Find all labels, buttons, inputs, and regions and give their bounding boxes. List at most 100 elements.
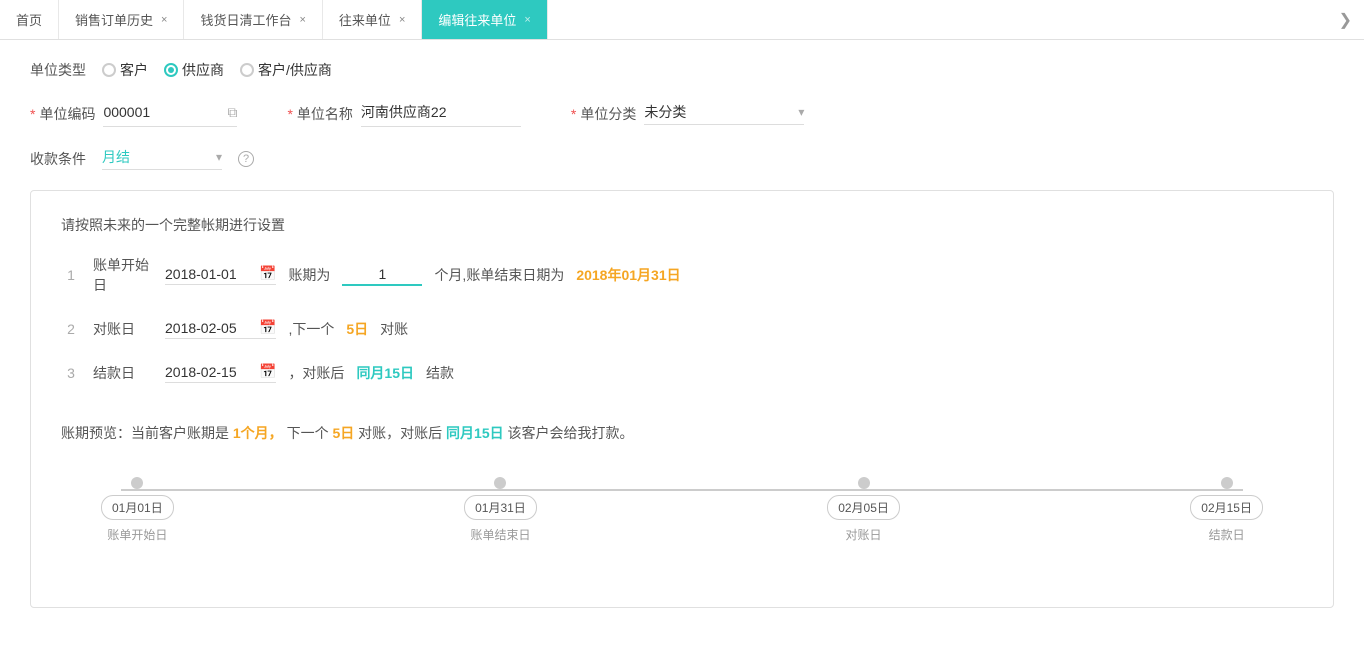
timeline-dot-3 (858, 477, 870, 489)
preview-text: 账期预览：当前客户账期是 1个月， 下一个 5日 对账，对账后 同月15日 该客… (61, 423, 1303, 443)
row1-end-date: 2018年01月31日 (576, 265, 680, 285)
unit-name-input-wrap (361, 100, 521, 127)
radio-supplier-circle (164, 63, 178, 77)
unit-cat-label: 单位分类 (580, 104, 636, 124)
radio-cs-label: 客户/供应商 (258, 60, 332, 80)
row1-num: 1 (61, 267, 81, 283)
preview-h3: 同月15日 (446, 425, 504, 441)
preview-suffix: 该客户会给我打款。 (508, 425, 634, 441)
tab-edit-partner-label: 编辑往来单位 (438, 10, 516, 29)
radio-customer[interactable]: 客户 (102, 60, 148, 80)
row1-date-input[interactable] (165, 266, 255, 282)
tab-bar: 首页 销售订单历史 × 钱货日清工作台 × 往来单位 × 编辑往来单位 × ❯ (0, 0, 1364, 40)
unit-code-star: * (30, 106, 35, 122)
timeline-label-4: 结款日 (1209, 526, 1245, 543)
row2-suffix-pre: ,下一个 (288, 319, 334, 339)
unit-type-label: 单位类型 (30, 60, 86, 80)
tab-partner-label: 往来单位 (339, 10, 391, 29)
unit-code-input-wrap: ⧉ (103, 100, 237, 127)
row2-label: 对账日 (93, 319, 153, 339)
row3-date-input[interactable] (165, 364, 255, 380)
unit-category-dropdown[interactable]: 未分类 ▾ (644, 102, 804, 125)
row2-num: 2 (61, 321, 81, 337)
tab-cash-daily[interactable]: 钱货日清工作台 × (184, 0, 322, 39)
radio-customer-supplier[interactable]: 客户/供应商 (240, 60, 332, 80)
unit-code-label: 单位编码 (39, 104, 95, 124)
row2-highlight: 5日 (346, 319, 368, 339)
row3-highlight: 同月15日 (356, 363, 414, 383)
row2-suffix-post: 对账 (380, 319, 408, 339)
tab-more-icon: ❯ (1339, 10, 1352, 30)
payment-arrow: ▾ (216, 150, 222, 164)
tab-more-button[interactable]: ❯ (1327, 0, 1364, 39)
unit-code-group: * 单位编码 ⧉ (30, 100, 237, 127)
settings-box: 请按照未来的一个完整帐期进行设置 1 账单开始日 📅 账期为 个月,账单结束日期… (30, 190, 1334, 608)
tab-edit-partner-close[interactable]: × (524, 14, 530, 26)
timeline-badge-4: 02月15日 (1190, 495, 1263, 520)
row1-label: 账单开始日 (93, 255, 153, 295)
timeline-node-3: 02月05日 对账日 (827, 477, 900, 543)
unit-cat-star: * (571, 106, 576, 122)
radio-supplier[interactable]: 供应商 (164, 60, 224, 80)
timeline-node-1: 01月01日 账单开始日 (101, 477, 174, 543)
preview-prefix: 账期预览：当前客户账期是 (61, 425, 229, 441)
main-content: 单位类型 客户 供应商 客户/供应商 * 单位编码 ⧉ (0, 40, 1364, 648)
tab-sales-close[interactable]: × (161, 14, 167, 26)
timeline-label-2: 账单结束日 (470, 526, 530, 543)
setting-row-3: 3 结款日 📅 ，对账后 同月15日 结款 (61, 363, 1303, 383)
payment-dropdown[interactable]: 月结 ▾ (102, 147, 222, 170)
radio-cs-circle (240, 63, 254, 77)
row3-num: 3 (61, 365, 81, 381)
timeline-node-4: 02月15日 结款日 (1190, 477, 1263, 543)
preview-m1: 下一个 (287, 425, 329, 441)
row1-date-wrap: 📅 (165, 265, 276, 285)
unit-name-group: * 单位名称 (287, 100, 520, 127)
row1-suffix-pre: 账期为 (288, 265, 330, 285)
timeline-dot-2 (494, 477, 506, 489)
setting-row-2: 2 对账日 📅 ,下一个 5日 对账 (61, 319, 1303, 339)
tab-cash-label: 钱货日清工作台 (200, 10, 291, 29)
row1-suffix-mid: 个月,账单结束日期为 (434, 265, 564, 285)
payment-help-icon[interactable]: ? (238, 151, 254, 167)
tab-sales-label: 销售订单历史 (75, 10, 153, 29)
tab-partner[interactable]: 往来单位 × (323, 0, 422, 39)
timeline-label-3: 对账日 (846, 526, 882, 543)
timeline-node-2: 01月31日 账单结束日 (464, 477, 537, 543)
row3-label: 结款日 (93, 363, 153, 383)
row2-cal-icon[interactable]: 📅 (259, 319, 276, 336)
row3-date-wrap: 📅 (165, 363, 276, 383)
unit-type-radio-group: 客户 供应商 客户/供应商 (102, 60, 332, 80)
radio-customer-label: 客户 (120, 60, 148, 80)
timeline-container: 01月01日 账单开始日 01月31日 账单结束日 02月05日 对账日 (61, 467, 1303, 583)
payment-label: 收款条件 (30, 149, 86, 169)
tab-partner-close[interactable]: × (399, 14, 405, 26)
unit-type-row: 单位类型 客户 供应商 客户/供应商 (30, 60, 1334, 80)
unit-code-copy-icon[interactable]: ⧉ (227, 104, 237, 121)
preview-section: 账期预览：当前客户账期是 1个月， 下一个 5日 对账，对账后 同月15日 该客… (61, 407, 1303, 583)
row3-cal-icon[interactable]: 📅 (259, 363, 276, 380)
radio-supplier-label: 供应商 (182, 60, 224, 80)
row3-suffix-pre: ，对账后 (288, 363, 344, 383)
payment-condition-row: 收款条件 月结 ▾ ? (30, 147, 1334, 170)
unit-code-input[interactable] (103, 100, 223, 124)
row1-cal-icon[interactable]: 📅 (259, 265, 276, 282)
row2-date-input[interactable] (165, 320, 255, 336)
unit-name-label: 单位名称 (297, 104, 353, 124)
preview-h2: 5日 (332, 425, 354, 441)
unit-cat-value: 未分类 (644, 102, 794, 122)
tab-edit-partner[interactable]: 编辑往来单位 × (422, 0, 547, 39)
tab-sales-order[interactable]: 销售订单历史 × (59, 0, 184, 39)
setting-row-1: 1 账单开始日 📅 账期为 个月,账单结束日期为 2018年01月31日 (61, 255, 1303, 295)
timeline-dot-1 (131, 477, 143, 489)
tab-home[interactable]: 首页 (0, 0, 59, 39)
timeline-badge-1: 01月01日 (101, 495, 174, 520)
timeline-label-1: 账单开始日 (107, 526, 167, 543)
timeline-badge-2: 01月31日 (464, 495, 537, 520)
settings-title: 请按照未来的一个完整帐期进行设置 (61, 215, 1303, 235)
tab-cash-close[interactable]: × (299, 14, 305, 26)
row1-period-input[interactable] (342, 264, 422, 286)
unit-name-input[interactable] (361, 100, 521, 124)
timeline-badge-3: 02月05日 (827, 495, 900, 520)
row2-date-wrap: 📅 (165, 319, 276, 339)
timeline-dot-4 (1221, 477, 1233, 489)
